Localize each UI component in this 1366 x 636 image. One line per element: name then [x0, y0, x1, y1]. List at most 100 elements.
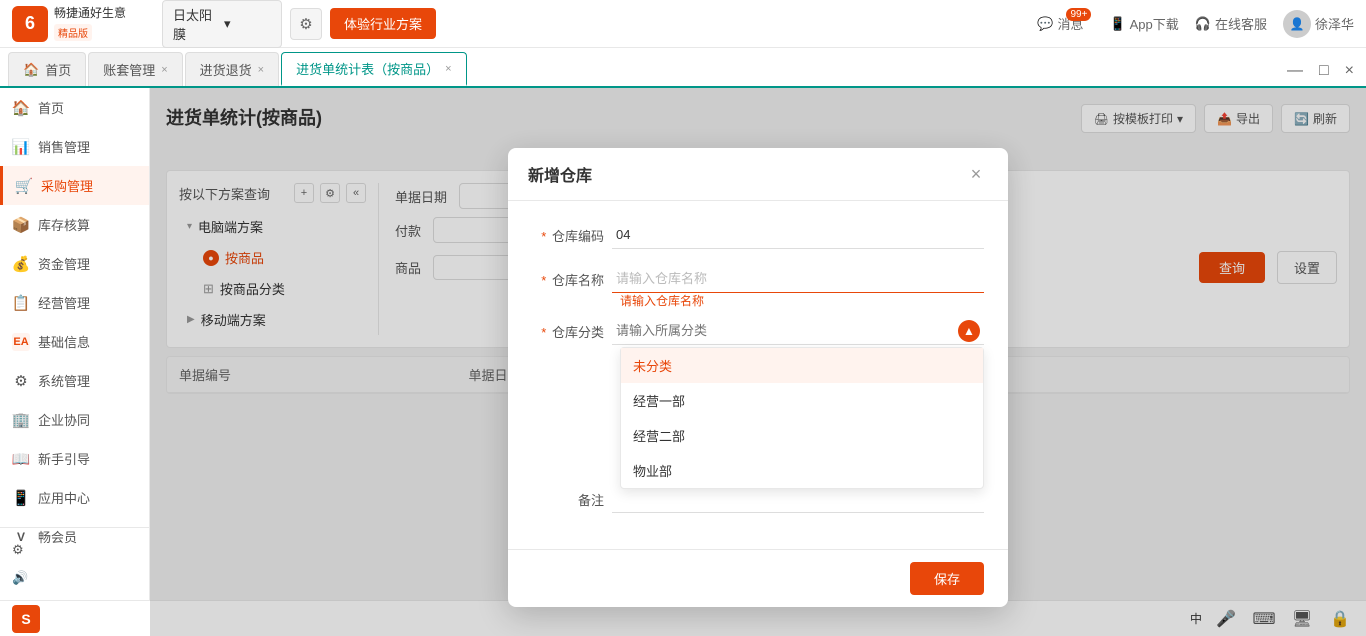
- apps-sidebar-icon: 📱: [12, 489, 30, 507]
- trial-button[interactable]: 体验行业方案: [330, 8, 436, 39]
- tab-purchase-return-close[interactable]: ×: [258, 64, 264, 76]
- logo-area: 6 畅捷通好生意 精品版: [12, 6, 162, 42]
- category-option-ops1[interactable]: 经营一部: [621, 383, 983, 418]
- note-label: 备注: [532, 490, 612, 509]
- mobile-icon: 📱: [1109, 16, 1125, 32]
- sidebar-label-apps: 应用中心: [38, 488, 90, 507]
- sidebar-label-system: 系统管理: [38, 371, 90, 390]
- sidebar-bottom-sound[interactable]: 🔊: [0, 564, 150, 592]
- sidebar-label-inventory: 库存核算: [38, 215, 90, 234]
- tab-account-close[interactable]: ×: [161, 64, 167, 76]
- tab-purchase-stats-close[interactable]: ×: [445, 63, 451, 75]
- settings-bottom-icon: ⚙: [12, 542, 24, 558]
- sidebar-item-sales[interactable]: 📊 销售管理: [0, 127, 149, 166]
- modal-title: 新增仓库: [528, 162, 592, 186]
- notifications-item[interactable]: 💬 消息 99+: [1037, 14, 1083, 33]
- tab-account-label: 账套管理: [103, 60, 155, 79]
- logo-badge: 精品版: [54, 24, 92, 41]
- category-required: *: [541, 325, 546, 340]
- sidebar-label-basic-info: 基础信息: [38, 332, 90, 351]
- sidebar-bottom-settings[interactable]: ⚙: [0, 536, 150, 564]
- category-option-unclassified[interactable]: 未分类: [621, 348, 983, 383]
- tab-account[interactable]: 账套管理 ×: [88, 52, 182, 86]
- guide-sidebar-icon: 📖: [12, 450, 30, 468]
- name-input[interactable]: [612, 265, 984, 293]
- code-input[interactable]: [612, 221, 984, 249]
- app-download-label: App下载: [1130, 14, 1179, 33]
- sidebar-item-purchase[interactable]: 🛒 采购管理: [0, 166, 149, 205]
- avatar-icon: 👤: [1290, 17, 1305, 31]
- tab-bar: 🏠 首页 账套管理 × 进货退货 × 进货单统计表（按商品） × — □ ×: [0, 48, 1366, 88]
- tab-home-label: 首页: [45, 60, 71, 79]
- tab-purchase-return[interactable]: 进货退货 ×: [185, 52, 279, 86]
- name-label: * 仓库名称: [532, 270, 612, 289]
- home-icon: 🏠: [23, 62, 39, 78]
- sidebar-label-guide: 新手引导: [38, 449, 90, 468]
- sound-bottom-icon: 🔊: [12, 570, 28, 586]
- online-service-item[interactable]: 🎧 在线客服: [1195, 14, 1267, 33]
- sidebar-bottom: ⚙ 🔊: [0, 527, 150, 600]
- sidebar-item-apps[interactable]: 📱 应用中心: [0, 478, 149, 517]
- name-error-msg: 请输入仓库名称: [620, 292, 704, 309]
- sidebar-item-guide[interactable]: 📖 新手引导: [0, 439, 149, 478]
- notifications-badge: 99+: [1066, 8, 1091, 21]
- tab-purchase-stats-label: 进货单统计表（按商品）: [296, 59, 439, 78]
- category-dropdown: 未分类 经营一部 经营二部 物业部: [620, 347, 984, 489]
- category-toggle-btn[interactable]: ▲: [958, 320, 980, 342]
- tab-purchase-stats[interactable]: 进货单统计表（按商品） ×: [281, 52, 466, 86]
- store-selector[interactable]: 日太阳膜 ▾: [162, 0, 282, 48]
- sidebar-item-enterprise[interactable]: 🏢 企业协同: [0, 400, 149, 439]
- form-row-category: * 仓库分类 ▲ 未分类 经营一部 经营二部 物业部: [532, 317, 984, 345]
- enterprise-sidebar-icon: 🏢: [12, 411, 30, 429]
- category-input[interactable]: [612, 317, 984, 345]
- inventory-sidebar-icon: 📦: [12, 216, 30, 234]
- modal-body: * 仓库编码 * 仓库名称 请输入仓库名称: [508, 201, 1008, 549]
- online-service-label: 在线客服: [1215, 14, 1267, 33]
- modal-header: 新增仓库 ×: [508, 148, 1008, 201]
- window-maximize-btn[interactable]: □: [1315, 60, 1333, 82]
- category-label: * 仓库分类: [532, 322, 612, 341]
- sidebar: 🏠 首页 📊 销售管理 🛒 采购管理 📦 库存核算 💰 资金管理 📋 经营管理 …: [0, 88, 150, 636]
- user-item[interactable]: 👤 徐泽华: [1283, 10, 1354, 38]
- sidebar-item-finance[interactable]: 💰 资金管理: [0, 244, 149, 283]
- username-label: 徐泽华: [1315, 14, 1354, 33]
- headset-icon: 🎧: [1195, 16, 1211, 32]
- home-sidebar-icon: 🏠: [12, 99, 30, 117]
- form-row-code: * 仓库编码: [532, 221, 984, 249]
- sidebar-label-home: 首页: [38, 98, 64, 117]
- tab-home[interactable]: 🏠 首页: [8, 52, 86, 86]
- purchase-sidebar-icon: 🛒: [15, 177, 33, 195]
- note-input[interactable]: [612, 485, 984, 513]
- category-option-ops2[interactable]: 经营二部: [621, 418, 983, 453]
- sidebar-label-finance: 资金管理: [38, 254, 90, 273]
- top-header: 6 畅捷通好生意 精品版 日太阳膜 ▾ ⚙ 体验行业方案 💬 消息 99+ 📱 …: [0, 0, 1366, 48]
- code-label: * 仓库编码: [532, 226, 612, 245]
- modal-close-button[interactable]: ×: [964, 162, 988, 186]
- avatar: 👤: [1283, 10, 1311, 38]
- window-close-btn[interactable]: ×: [1341, 60, 1358, 82]
- sidebar-item-operations[interactable]: 📋 经营管理: [0, 283, 149, 322]
- window-minimize-btn[interactable]: —: [1283, 60, 1307, 82]
- main-layout: 🏠 首页 📊 销售管理 🛒 采购管理 📦 库存核算 💰 资金管理 📋 经营管理 …: [0, 88, 1366, 636]
- operations-sidebar-icon: 📋: [12, 294, 30, 312]
- category-select-wrapper: ▲: [612, 317, 984, 345]
- app-download-item[interactable]: 📱 App下载: [1109, 14, 1178, 33]
- store-name: 日太阳膜: [173, 5, 220, 43]
- content-area: 进货单统计(按商品) 🖨 按模板打印 ▾ 📤 导出 🔄 刷新 按以下方案查询: [150, 88, 1366, 636]
- message-icon: 💬: [1037, 16, 1053, 32]
- save-button[interactable]: 保存: [910, 562, 984, 595]
- name-required: *: [541, 273, 546, 288]
- store-dropdown-arrow: ▾: [224, 16, 271, 32]
- sidebar-item-home[interactable]: 🏠 首页: [0, 88, 149, 127]
- sidebar-item-inventory[interactable]: 📦 库存核算: [0, 205, 149, 244]
- s-logo-area: S: [12, 605, 44, 633]
- sidebar-label-sales: 销售管理: [38, 137, 90, 156]
- category-option-property[interactable]: 物业部: [621, 453, 983, 488]
- code-required: *: [541, 229, 546, 244]
- modal-footer: 保存: [508, 549, 1008, 607]
- sidebar-label-purchase: 采购管理: [41, 176, 93, 195]
- sidebar-item-system[interactable]: ⚙ 系统管理: [0, 361, 149, 400]
- sidebar-item-basic-info[interactable]: EA 基础信息: [0, 322, 149, 361]
- sidebar-label-enterprise: 企业协同: [38, 410, 90, 429]
- gear-button[interactable]: ⚙: [290, 8, 322, 40]
